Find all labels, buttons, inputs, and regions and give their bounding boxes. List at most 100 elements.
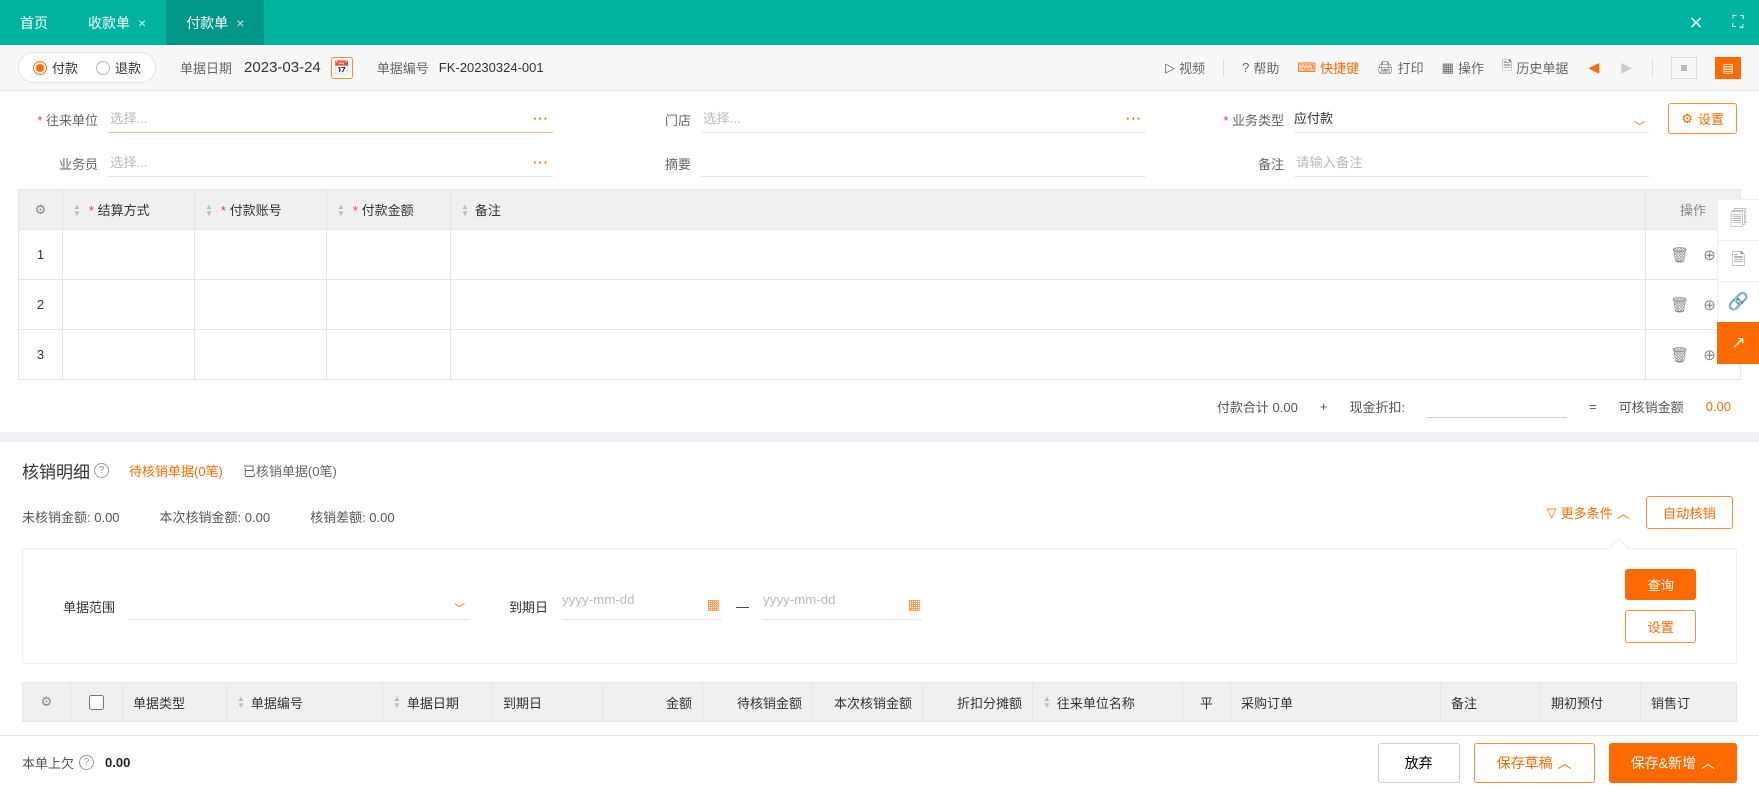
chevron-down-icon: ﹀ xyxy=(1634,113,1645,141)
summary-label: 摘要 xyxy=(613,154,691,173)
filter-settings-button[interactable]: 设置 xyxy=(1625,610,1696,643)
filter-panel: 单据范围 ﹀ 到期日 ▦ — ▦ 查询 设置 xyxy=(22,548,1737,664)
video-link[interactable]: ▷视频 xyxy=(1165,58,1205,77)
keyboard-icon: ⌨ xyxy=(1297,60,1316,76)
summary-input[interactable] xyxy=(701,149,1146,177)
date-label: 单据日期 xyxy=(180,58,232,77)
settings-button[interactable]: ⚙设置 xyxy=(1668,103,1737,134)
unit-input[interactable] xyxy=(108,105,553,133)
delete-icon[interactable]: 🗑 xyxy=(1670,346,1689,364)
no-value: FK-20230324-001 xyxy=(439,60,544,75)
range-select[interactable]: ﹀ xyxy=(129,592,469,620)
history-icon: 🗎 xyxy=(1502,57,1512,79)
due-from-input[interactable] xyxy=(562,592,700,607)
tab-receipt[interactable]: 收款单× xyxy=(68,0,166,45)
tab-done[interactable]: 已核销单据(0笔) xyxy=(243,461,337,480)
due-to-input[interactable] xyxy=(763,592,901,607)
add-icon[interactable]: ⊕ xyxy=(1703,346,1716,364)
tab-pending[interactable]: 待核销单据(0笔) xyxy=(129,461,223,480)
stat-un: 未核销金额: 0.00 xyxy=(22,507,120,526)
biztype-select[interactable]: 应付款﹀ xyxy=(1294,105,1649,133)
right-sidebar: 🗐 🗎 🔗 ↗ xyxy=(1717,200,1759,364)
ellipsis-icon[interactable]: ··· xyxy=(533,111,549,126)
help-icon: ? xyxy=(1242,60,1249,75)
delete-icon[interactable]: 🗑 xyxy=(1670,296,1689,314)
side-expand-icon[interactable]: ↗ xyxy=(1717,322,1759,364)
prev-doc-button[interactable]: ◀ xyxy=(1586,59,1601,76)
discard-button[interactable]: 放弃 xyxy=(1378,743,1460,783)
table-row[interactable]: 1 🗑⊕ xyxy=(19,230,1740,280)
tab-payment[interactable]: 付款单× xyxy=(166,0,264,45)
query-button[interactable]: 查询 xyxy=(1625,569,1696,600)
unit-label: 往来单位 xyxy=(20,110,98,129)
select-all-checkbox[interactable] xyxy=(89,695,104,710)
save-draft-button[interactable]: 保存草稿︿ xyxy=(1474,743,1595,783)
chevron-down-icon: ﹀ xyxy=(454,600,465,616)
radio-refund[interactable]: 退款 xyxy=(96,58,141,77)
print-icon: 🖨 xyxy=(1377,60,1394,76)
ellipsis-icon[interactable]: ··· xyxy=(533,155,549,170)
next-doc-button[interactable]: ▶ xyxy=(1619,59,1634,76)
footer: 本单上欠?0.00 放弃 保存草稿︿ 保存&新增︿ xyxy=(0,735,1759,789)
writeoff-grid: ⚙ 单据类型 ▲▼单据编号 ▲▼单据日期 到期日 金额 待核销金额 本次核销金额… xyxy=(22,682,1737,722)
close-icon[interactable]: × xyxy=(236,15,244,31)
play-icon: ▷ xyxy=(1165,60,1175,76)
help-icon[interactable]: ? xyxy=(79,755,94,770)
tab-bar: 首页 收款单× 付款单× × ⛶ xyxy=(0,0,1759,45)
no-label: 单据编号 xyxy=(377,58,429,77)
delete-icon[interactable]: 🗑 xyxy=(1670,246,1689,264)
view-list-button[interactable]: ≡ xyxy=(1671,57,1697,79)
print-link[interactable]: 🖨打印 xyxy=(1377,58,1424,77)
chevron-up-icon: ︿ xyxy=(1558,753,1572,773)
range-label: 单据范围 xyxy=(63,597,115,616)
fullscreen-button[interactable]: ⛶ xyxy=(1717,0,1759,45)
date-value[interactable]: 2023-03-24 xyxy=(244,59,321,76)
side-doc-icon[interactable]: 🗎 xyxy=(1717,240,1759,282)
table-row[interactable]: 3 🗑⊕ xyxy=(19,330,1740,380)
stat-this: 本次核销金额: 0.00 xyxy=(160,507,271,526)
biztype-label: 业务类型 xyxy=(1206,110,1284,129)
more-conditions[interactable]: ▽更多条件︿ xyxy=(1547,503,1630,522)
chevron-up-icon: ︿ xyxy=(1617,503,1630,522)
history-link[interactable]: 🗎历史单据 xyxy=(1502,57,1568,79)
remark-input[interactable] xyxy=(1294,149,1649,177)
close-icon[interactable]: × xyxy=(138,15,146,31)
due-label: 到期日 xyxy=(509,597,548,616)
radio-pay[interactable]: 付款 xyxy=(33,58,78,77)
sales-label: 业务员 xyxy=(20,154,98,173)
gear-icon: ⚙ xyxy=(1681,111,1693,127)
gear-icon[interactable]: ⚙ xyxy=(19,190,63,230)
remark-label: 备注 xyxy=(1206,154,1284,173)
stat-diff: 核销差额: 0.00 xyxy=(310,507,395,526)
table-row[interactable]: 2 🗑⊕ xyxy=(19,280,1740,330)
calendar-icon[interactable]: ▦ xyxy=(707,596,720,613)
sales-input[interactable] xyxy=(108,149,553,177)
help-icon[interactable]: ? xyxy=(94,463,109,478)
shortcut-link[interactable]: ⌨快捷键 xyxy=(1297,58,1359,77)
tab-close-button[interactable]: × xyxy=(1675,0,1717,45)
store-label: 门店 xyxy=(613,110,691,129)
side-link-icon[interactable]: 🔗 xyxy=(1717,281,1759,323)
chevron-up-icon: ︿ xyxy=(1701,753,1715,773)
save-new-button[interactable]: 保存&新增︿ xyxy=(1609,743,1737,783)
grid-icon: ▦ xyxy=(1442,60,1454,76)
view-grid-button[interactable]: ▤ xyxy=(1715,57,1741,79)
add-icon[interactable]: ⊕ xyxy=(1703,296,1716,314)
ops-link[interactable]: ▦操作 xyxy=(1442,58,1484,77)
filter-icon: ▽ xyxy=(1547,505,1557,521)
cash-discount-input[interactable] xyxy=(1427,394,1567,418)
store-input[interactable] xyxy=(701,105,1146,133)
payment-grid: ⚙ ▲▼结算方式 ▲▼付款账号 ▲▼付款金额 ▲▼备注 操作 1 🗑⊕ 2 🗑⊕… xyxy=(18,189,1741,380)
auto-writeoff-button[interactable]: 自动核销 xyxy=(1646,496,1733,529)
help-link[interactable]: ?帮助 xyxy=(1242,58,1279,77)
tab-home[interactable]: 首页 xyxy=(0,0,68,45)
writeoff-title: 核销明细? xyxy=(22,458,109,483)
calendar-icon[interactable]: 📅 xyxy=(331,57,353,79)
calendar-icon[interactable]: ▦ xyxy=(908,596,921,613)
gear-icon[interactable]: ⚙ xyxy=(23,683,71,721)
totals-row: 付款合计 0.00 + 现金折扣: = 可核销金额 0.00 xyxy=(0,380,1759,432)
side-draft-icon[interactable]: 🗐 xyxy=(1717,199,1759,241)
toolbar: 付款 退款 单据日期 2023-03-24 📅 单据编号 FK-20230324… xyxy=(0,45,1759,91)
add-icon[interactable]: ⊕ xyxy=(1703,246,1716,264)
ellipsis-icon[interactable]: ··· xyxy=(1126,111,1142,126)
